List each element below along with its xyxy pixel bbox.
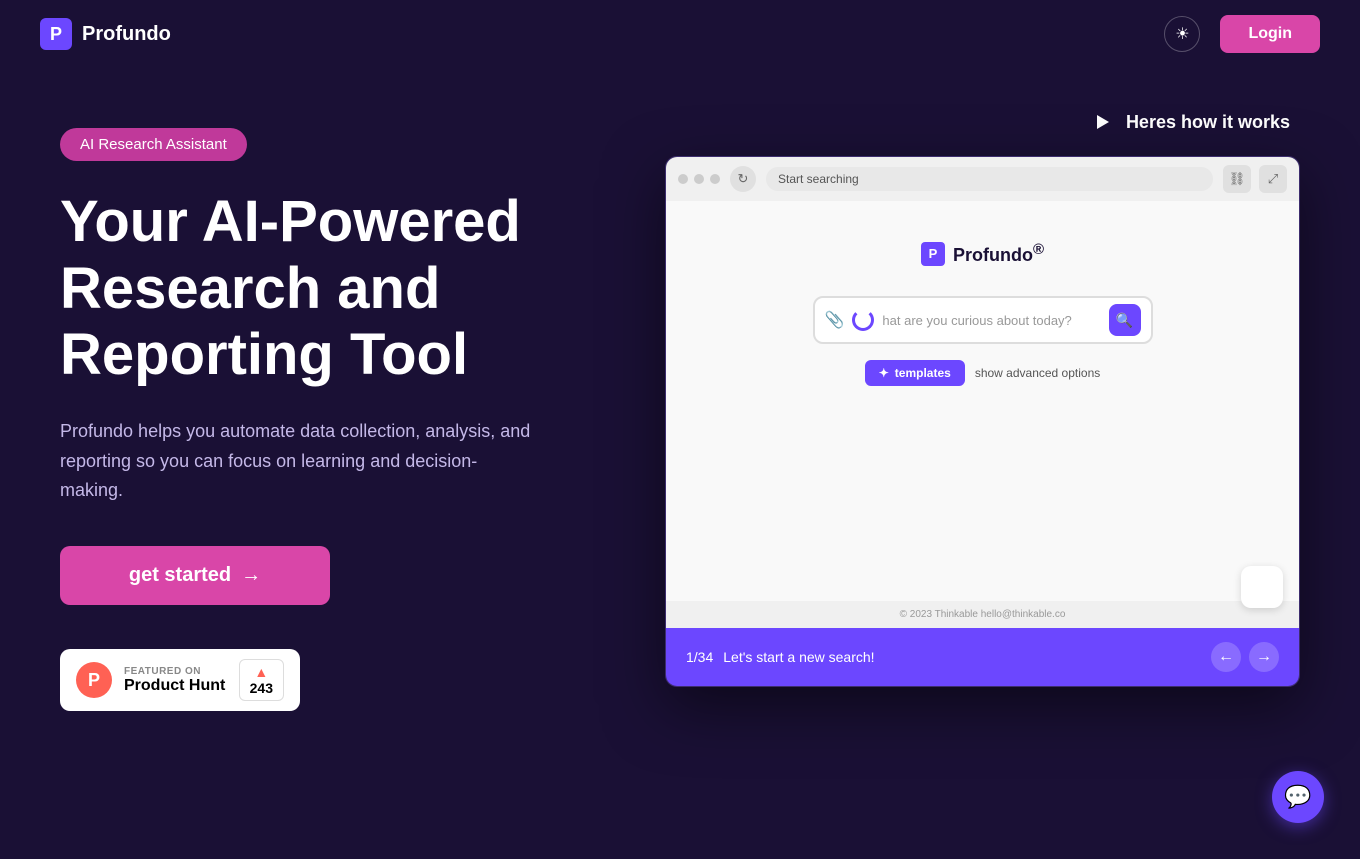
theme-toggle-button[interactable]: ☀ bbox=[1164, 16, 1200, 52]
search-options: ✦ templates show advanced options bbox=[865, 360, 1101, 386]
sun-icon: ☀ bbox=[1175, 24, 1189, 44]
slide-counter: 1/34 bbox=[686, 649, 713, 665]
app-content: P Profundo® 📎 hat are you curious about … bbox=[666, 201, 1299, 601]
demo-window: ↻ Start searching ⛓ ⤢ P Profundo® bbox=[665, 156, 1300, 687]
browser-dot-2 bbox=[694, 174, 704, 184]
slide-label: Let's start a new search! bbox=[723, 649, 874, 665]
templates-button[interactable]: ✦ templates bbox=[865, 360, 965, 386]
app-inner: P Profundo® 📎 hat are you curious about … bbox=[666, 201, 1299, 628]
play-icon bbox=[1088, 108, 1116, 136]
browser-link-icon[interactable]: ⛓ bbox=[1223, 165, 1251, 193]
featured-label: FEATURED ON bbox=[124, 666, 227, 677]
how-it-works-label: Heres how it works bbox=[1126, 112, 1290, 133]
nav-right: ☀ Login bbox=[1164, 15, 1320, 53]
loading-spinner bbox=[852, 309, 874, 331]
sparkle-icon: ✦ bbox=[879, 366, 889, 380]
chat-icon: 💬 bbox=[1284, 784, 1311, 810]
url-text: Start searching bbox=[778, 172, 859, 186]
slide-info: 1/34 Let's start a new search! bbox=[686, 649, 875, 665]
hero-title: Your AI-Powered Research and Reporting T… bbox=[60, 189, 600, 389]
main-content: AI Research Assistant Your AI-Powered Re… bbox=[0, 68, 1360, 751]
navbar: P Profundo ☀ Login bbox=[0, 0, 1360, 68]
product-hunt-badge[interactable]: P FEATURED ON Product Hunt ▲ 243 bbox=[60, 649, 300, 711]
product-hunt-text: FEATURED ON Product Hunt bbox=[124, 666, 227, 695]
slide-navigation: ← → bbox=[1211, 642, 1279, 672]
browser-action-icons: ⛓ ⤢ bbox=[1223, 165, 1287, 193]
search-area: 📎 hat are you curious about today? 🔍 bbox=[813, 296, 1153, 344]
advanced-options-link[interactable]: show advanced options bbox=[975, 366, 1100, 380]
hero-description: Profundo helps you automate data collect… bbox=[60, 417, 540, 506]
demo-bottom-bar: 1/34 Let's start a new search! ← → bbox=[666, 628, 1299, 686]
app-logo-icon: P bbox=[921, 242, 945, 266]
brand-name: Profundo bbox=[82, 23, 171, 46]
browser-controls bbox=[678, 174, 720, 184]
vote-count: 243 bbox=[250, 680, 273, 696]
product-hunt-name: Product Hunt bbox=[124, 677, 227, 695]
app-logo-area: P Profundo® bbox=[921, 241, 1044, 266]
ai-badge: AI Research Assistant bbox=[60, 128, 247, 161]
right-content: Heres how it works ↻ Start searching ⛓ ⤢ bbox=[640, 108, 1300, 687]
browser-refresh-button[interactable]: ↻ bbox=[730, 166, 756, 192]
browser-dot-1 bbox=[678, 174, 688, 184]
attach-icon: 📎 bbox=[825, 310, 845, 330]
browser-expand-icon[interactable]: ⤢ bbox=[1259, 165, 1287, 193]
login-button[interactable]: Login bbox=[1220, 15, 1320, 53]
logo-icon: P bbox=[40, 18, 72, 50]
stack-widget-icon: 🗂 bbox=[1241, 566, 1283, 608]
left-content: AI Research Assistant Your AI-Powered Re… bbox=[60, 108, 600, 711]
logo-area: P Profundo bbox=[40, 18, 171, 50]
search-box: 📎 hat are you curious about today? 🔍 bbox=[813, 296, 1153, 344]
app-footer: © 2023 Thinkable hello@thinkable.co bbox=[666, 601, 1299, 628]
slide-next-button[interactable]: → bbox=[1249, 642, 1279, 672]
get-started-button[interactable]: get started → bbox=[60, 546, 330, 605]
app-name: Profundo® bbox=[953, 241, 1044, 266]
search-button[interactable]: 🔍 bbox=[1109, 304, 1141, 336]
arrow-icon: → bbox=[241, 564, 261, 587]
browser-bar: ↻ Start searching ⛓ ⤢ bbox=[666, 157, 1299, 201]
slide-prev-button[interactable]: ← bbox=[1211, 642, 1241, 672]
vote-count-badge: ▲ 243 bbox=[239, 659, 284, 701]
search-placeholder[interactable]: hat are you curious about today? bbox=[882, 313, 1100, 328]
how-it-works-button[interactable]: Heres how it works bbox=[1088, 108, 1290, 136]
upvote-arrow-icon: ▲ bbox=[254, 664, 268, 680]
product-hunt-logo: P bbox=[76, 662, 112, 698]
browser-dot-3 bbox=[710, 174, 720, 184]
chat-bubble-button[interactable]: 💬 bbox=[1272, 771, 1324, 823]
browser-url-bar: Start searching bbox=[766, 167, 1213, 191]
